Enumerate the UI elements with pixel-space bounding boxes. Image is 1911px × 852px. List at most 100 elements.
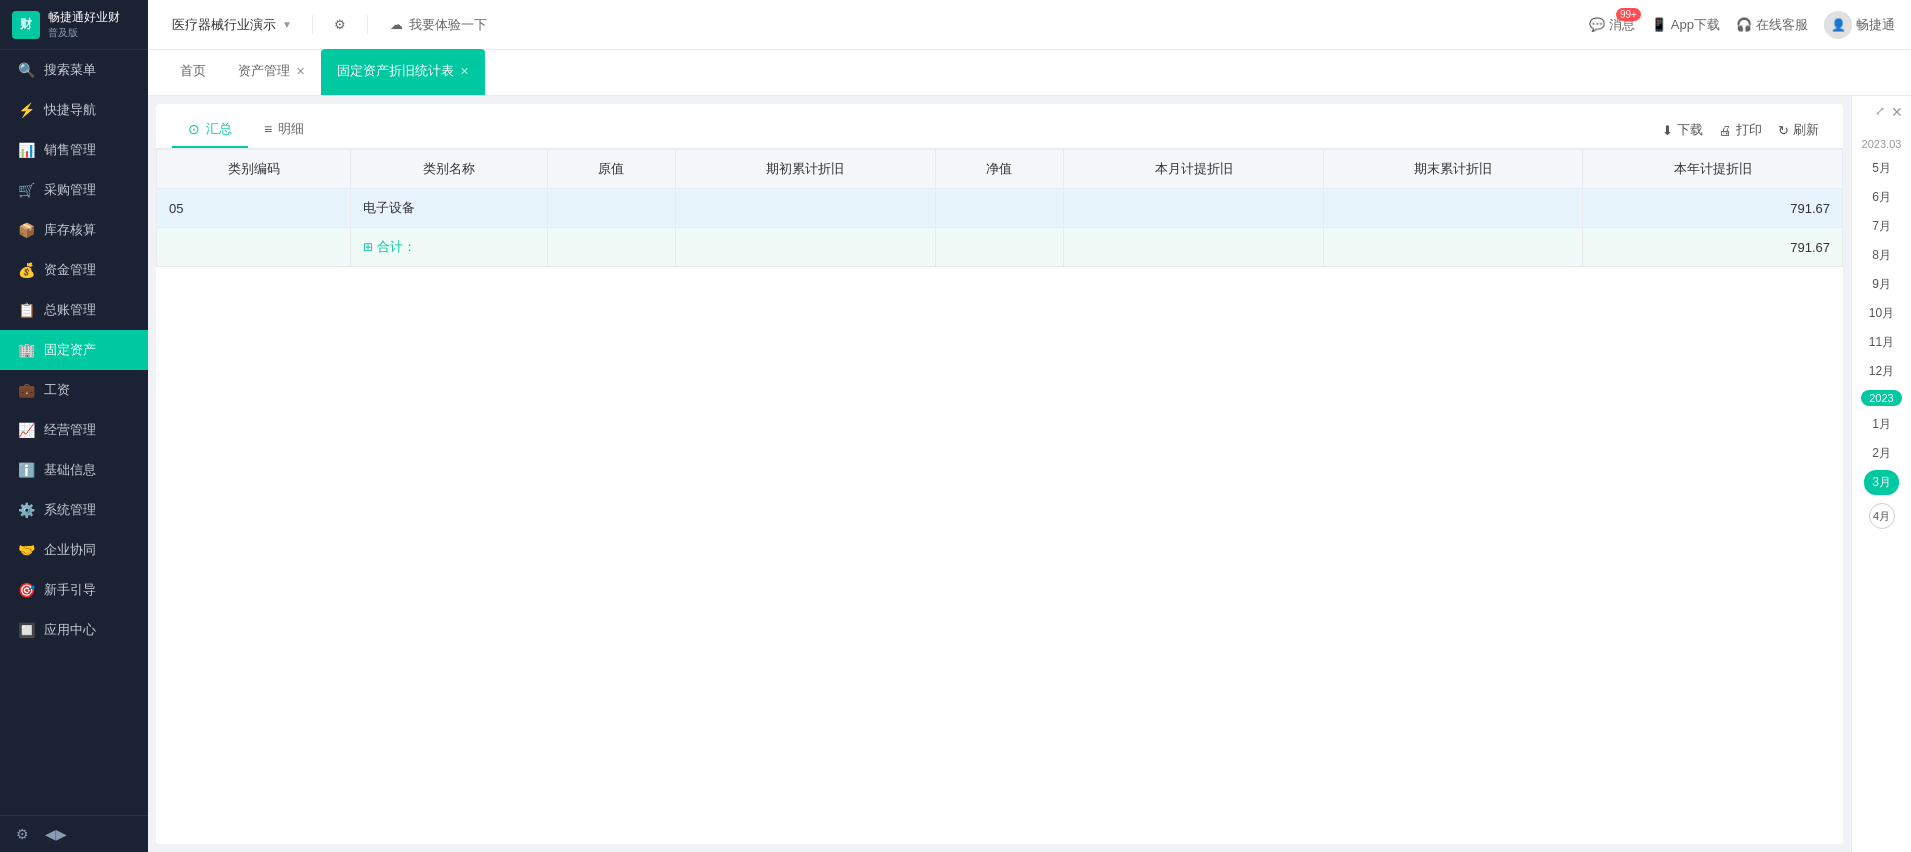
tab-depreciation-report[interactable]: 固定资产折旧统计表 ✕ bbox=[321, 49, 485, 95]
col-net: 净值 bbox=[935, 150, 1064, 189]
topbar-right: 💬 消息 99+ 📱 App下载 🎧 在线客服 👤 畅捷通 bbox=[1589, 11, 1895, 39]
sidebar-item-label: 快捷导航 bbox=[44, 101, 96, 119]
month-5[interactable]: 5月 bbox=[1852, 154, 1911, 183]
month-10[interactable]: 10月 bbox=[1852, 299, 1911, 328]
collapse-icon[interactable]: ◀▶ bbox=[45, 826, 67, 842]
topbar: 医疗器械行业演示 ▼ ⚙ ☁ 我要体验一下 💬 消息 99+ 📱 App下载 🎧… bbox=[148, 0, 1911, 50]
download-icon: 📱 bbox=[1651, 17, 1667, 32]
online-service-label: 在线客服 bbox=[1756, 16, 1808, 34]
summary-tab-label: 汇总 bbox=[206, 120, 232, 138]
sidebar-item-label: 固定资产 bbox=[44, 341, 96, 359]
year-label-top: 2023.03 bbox=[1862, 134, 1902, 154]
sidebar-item-sales[interactable]: 📊 销售管理 bbox=[0, 130, 148, 170]
table-header-row: 类别编码 类别名称 原值 期初累计折旧 净值 本月计提折旧 期末累计折旧 本年计… bbox=[157, 150, 1843, 189]
username: 畅捷通 bbox=[1856, 16, 1895, 34]
sidebar-item-label: 系统管理 bbox=[44, 501, 96, 519]
messages-button[interactable]: 💬 消息 99+ bbox=[1589, 16, 1635, 34]
print-button[interactable]: 🖨 打印 bbox=[1711, 117, 1770, 143]
month-7[interactable]: 7月 bbox=[1852, 212, 1911, 241]
sub-tabs: ⊙ 汇总 ≡ 明细 ⬇ 下载 🖨 打印 ↻ bbox=[156, 104, 1843, 149]
purchase-icon: 🛒 bbox=[16, 180, 36, 200]
company-name: 医疗器械行业演示 bbox=[172, 16, 276, 34]
sidebar-item-operations[interactable]: 📈 经营管理 bbox=[0, 410, 148, 450]
month-3-selected[interactable]: 3月 bbox=[1864, 470, 1899, 495]
sidebar-item-finance[interactable]: 💰 资金管理 bbox=[0, 250, 148, 290]
page-content: ⊙ 汇总 ≡ 明细 ⬇ 下载 🖨 打印 ↻ bbox=[156, 104, 1843, 844]
summary-initial-accum bbox=[676, 228, 936, 267]
row-net bbox=[935, 189, 1064, 228]
sidebar-logo: 财 畅捷通好业财 普及版 bbox=[0, 0, 148, 50]
sidebar-item-fixed-assets[interactable]: 🏢 固定资产 bbox=[0, 330, 148, 370]
app-download-button[interactable]: 📱 App下载 bbox=[1651, 16, 1720, 34]
row-monthly-dep bbox=[1064, 189, 1324, 228]
sidebar-item-label: 销售管理 bbox=[44, 141, 96, 159]
sidebar-nav: 🔍 搜索菜单 ⚡ 快捷导航 📊 销售管理 🛒 采购管理 📦 库存核算 💰 资金管… bbox=[0, 50, 148, 815]
month-12[interactable]: 12月 bbox=[1852, 357, 1911, 386]
experience-label: 我要体验一下 bbox=[409, 16, 487, 34]
user-profile[interactable]: 👤 畅捷通 bbox=[1824, 11, 1895, 39]
col-code: 类别编码 bbox=[157, 150, 351, 189]
month-2[interactable]: 2月 bbox=[1852, 439, 1911, 468]
app-download-label: App下载 bbox=[1671, 16, 1720, 34]
sidebar-item-label: 经营管理 bbox=[44, 421, 96, 439]
panel-close-button[interactable]: ✕ bbox=[1891, 104, 1903, 120]
summary-icon: ⊞ bbox=[363, 240, 373, 254]
service-icon: 🎧 bbox=[1736, 17, 1752, 32]
sidebar-item-basic-info[interactable]: ℹ️ 基础信息 bbox=[0, 450, 148, 490]
tab-asset-mgmt[interactable]: 资产管理 ✕ bbox=[222, 49, 321, 95]
sidebar-item-label: 工资 bbox=[44, 381, 70, 399]
experience-button[interactable]: ☁ 我要体验一下 bbox=[380, 12, 497, 38]
row-name: 电子设备 bbox=[351, 189, 548, 228]
refresh-icon: ↻ bbox=[1778, 123, 1789, 138]
sidebar-item-ledger[interactable]: 📋 总账管理 bbox=[0, 290, 148, 330]
sidebar-item-quick-nav[interactable]: ⚡ 快捷导航 bbox=[0, 90, 148, 130]
sidebar-item-guide[interactable]: 🎯 新手引导 bbox=[0, 570, 148, 610]
asset-mgmt-close-icon[interactable]: ✕ bbox=[296, 65, 305, 78]
operations-icon: 📈 bbox=[16, 420, 36, 440]
month-11[interactable]: 11月 bbox=[1852, 328, 1911, 357]
sidebar-item-purchase[interactable]: 🛒 采购管理 bbox=[0, 170, 148, 210]
sidebar-item-label: 库存核算 bbox=[44, 221, 96, 239]
sidebar-bottom: ⚙ ◀▶ bbox=[0, 815, 148, 852]
panel-expand-button[interactable]: ⤢ bbox=[1875, 104, 1885, 118]
avatar: 👤 bbox=[1824, 11, 1852, 39]
summary-label: ⊞ 合计： bbox=[363, 238, 535, 256]
summary-row: ⊞ 合计： 791.67 bbox=[157, 228, 1843, 267]
sub-tab-summary[interactable]: ⊙ 汇总 bbox=[172, 112, 248, 148]
sidebar-item-label: 总账管理 bbox=[44, 301, 96, 319]
col-end-accum: 期末累计折旧 bbox=[1323, 150, 1583, 189]
sidebar-item-search[interactable]: 🔍 搜索菜单 bbox=[0, 50, 148, 90]
sidebar-item-label: 应用中心 bbox=[44, 621, 96, 639]
sidebar-item-enterprise[interactable]: 🤝 企业协同 bbox=[0, 530, 148, 570]
settings-icon[interactable]: ⚙ bbox=[16, 826, 29, 842]
month-8[interactable]: 8月 bbox=[1852, 241, 1911, 270]
sub-tab-detail[interactable]: ≡ 明细 bbox=[248, 112, 320, 148]
refresh-button[interactable]: ↻ 刷新 bbox=[1770, 117, 1827, 143]
company-selector[interactable]: 医疗器械行业演示 ▼ bbox=[164, 12, 300, 38]
print-label: 打印 bbox=[1736, 121, 1762, 139]
row-code: 05 bbox=[157, 189, 351, 228]
month-9[interactable]: 9月 bbox=[1852, 270, 1911, 299]
depreciation-report-close-icon[interactable]: ✕ bbox=[460, 65, 469, 78]
settings-button[interactable]: ⚙ bbox=[325, 10, 355, 40]
app-edition: 普及版 bbox=[48, 26, 120, 40]
month-4[interactable]: 4月 bbox=[1852, 497, 1911, 535]
date-list: 2023.03 5月 6月 7月 8月 9月 10月 11月 12月 2023 … bbox=[1852, 134, 1911, 535]
tabs-bar: 首页 资产管理 ✕ 固定资产折旧统计表 ✕ bbox=[148, 50, 1911, 96]
download-button[interactable]: ⬇ 下载 bbox=[1654, 117, 1711, 143]
ledger-icon: 📋 bbox=[16, 300, 36, 320]
online-service-button[interactable]: 🎧 在线客服 bbox=[1736, 16, 1808, 34]
month-6[interactable]: 6月 bbox=[1852, 183, 1911, 212]
sidebar-item-app-center[interactable]: 🔲 应用中心 bbox=[0, 610, 148, 650]
row-end-accum bbox=[1323, 189, 1583, 228]
sidebar-item-payroll[interactable]: 💼 工资 bbox=[0, 370, 148, 410]
sidebar-item-inventory[interactable]: 📦 库存核算 bbox=[0, 210, 148, 250]
right-date-panel: ⤢ ✕ 2023.03 5月 6月 7月 8月 9月 10月 11月 12月 2… bbox=[1851, 96, 1911, 852]
payroll-icon: 💼 bbox=[16, 380, 36, 400]
year-2023-badge[interactable]: 2023 bbox=[1861, 390, 1901, 406]
month-4-circle[interactable]: 4月 bbox=[1869, 503, 1895, 529]
tab-home[interactable]: 首页 bbox=[164, 49, 222, 95]
summary-annual-dep: 791.67 bbox=[1583, 228, 1843, 267]
month-1[interactable]: 1月 bbox=[1852, 410, 1911, 439]
sidebar-item-system[interactable]: ⚙️ 系统管理 bbox=[0, 490, 148, 530]
